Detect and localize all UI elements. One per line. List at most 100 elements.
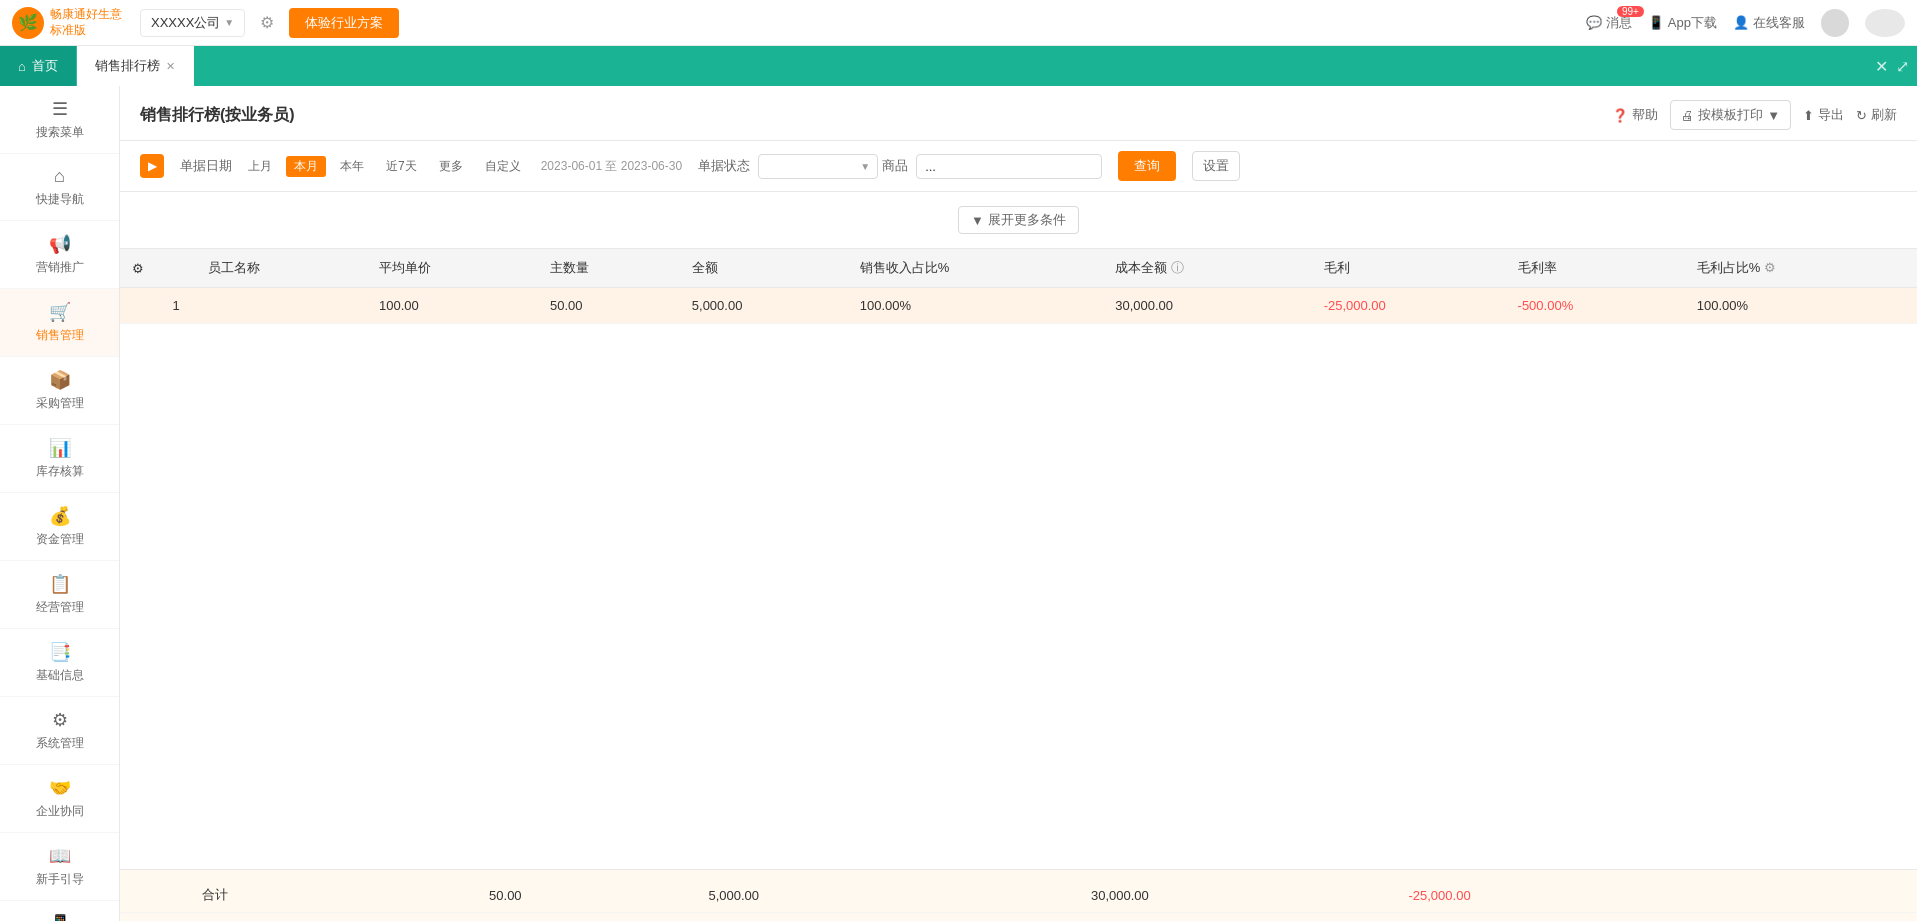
- sidebar-item-guide[interactable]: 📖 新手引导: [0, 833, 119, 901]
- refresh-icon: ↻: [1856, 108, 1867, 123]
- inventory-icon: 📊: [49, 437, 71, 459]
- expand-more-label: 展开更多条件: [988, 211, 1066, 229]
- date-filter-label: 单据日期: [180, 157, 232, 175]
- top-bar: 🌿 畅康通好生意 标准版 XXXXX公司 ▼ ⚙ 体验行业方案 💬 消息 99+…: [0, 0, 1917, 46]
- help-button[interactable]: ❓ 帮助: [1612, 106, 1658, 124]
- col-main-qty: 主数量: [538, 249, 680, 288]
- company-name: XXXXX公司: [151, 14, 220, 32]
- sidebar-label-quicknav: 快捷导航: [36, 191, 84, 208]
- home-nav-icon: ⌂: [54, 166, 65, 187]
- date-tab-custom[interactable]: 自定义: [477, 156, 529, 177]
- status-select[interactable]: [758, 154, 878, 179]
- service-icon: 👤: [1733, 15, 1749, 30]
- chevron-down-icon: ▼: [224, 17, 234, 28]
- export-button[interactable]: ⬆ 导出: [1803, 106, 1844, 124]
- sidebar-item-management[interactable]: 📋 经营管理: [0, 561, 119, 629]
- topbar-settings-icon[interactable]: ⚙: [253, 9, 281, 37]
- cell-employee-name: [196, 288, 367, 324]
- expand-more-bar: ▼ 展开更多条件: [120, 192, 1917, 249]
- purchase-icon: 📦: [49, 369, 71, 391]
- message-badge: 99+: [1617, 6, 1644, 17]
- refresh-button[interactable]: ↻ 刷新: [1856, 106, 1897, 124]
- cell-amount: 5,000.00: [680, 288, 848, 324]
- col-rank: [156, 249, 196, 288]
- cost-help-icon[interactable]: ⓘ: [1171, 260, 1184, 275]
- sidebar-item-collab[interactable]: 🤝 企业协同: [0, 765, 119, 833]
- footer-table: 合计 50.00 5,000.00 30,000.00 -25,000.00: [120, 878, 1917, 913]
- col-gross-rate: 毛利率: [1506, 249, 1685, 288]
- tab-sales-ranking[interactable]: 销售排行榜 ✕: [77, 46, 194, 86]
- date-tab-more[interactable]: 更多: [431, 156, 471, 177]
- table-footer: 合计 50.00 5,000.00 30,000.00 -25,000.00: [120, 869, 1917, 921]
- search-icon: ☰: [52, 98, 68, 120]
- system-icon: ⚙: [52, 709, 68, 731]
- footer-label: 合计: [190, 878, 384, 913]
- content-inner: ⚙ 员工名称 平均单价 主数量 全额 销售收入占比% 成本全额 ⓘ 毛利 毛利率…: [120, 249, 1917, 921]
- sidebar-item-marketing[interactable]: 📢 营销推广: [0, 221, 119, 289]
- expand-more-button[interactable]: ▼ 展开更多条件: [958, 206, 1079, 234]
- date-tab-7days[interactable]: 近7天: [378, 156, 425, 177]
- avatar[interactable]: [1821, 9, 1849, 37]
- cell-gross: -25,000.00: [1312, 288, 1506, 324]
- sidebar: ☰ 搜索菜单 ⌂ 快捷导航 📢 营销推广 🛒 销售管理 📦 采购管理 📊 库存核…: [0, 86, 120, 921]
- sidebar-item-quick-nav[interactable]: ⌂ 快捷导航: [0, 154, 119, 221]
- sidebar-item-search[interactable]: ☰ 搜索菜单: [0, 86, 119, 154]
- trial-button[interactable]: 体验行业方案: [289, 8, 399, 38]
- footer-row: 合计 50.00 5,000.00 30,000.00 -25,000.00: [120, 878, 1917, 913]
- filter-toggle-button[interactable]: ▶: [140, 154, 164, 178]
- status-filter-group: 单据状态: [698, 154, 866, 179]
- close-icon[interactable]: ✕: [166, 60, 175, 73]
- col-settings[interactable]: ⚙: [120, 249, 156, 288]
- chevron-down-icon: ▼: [971, 213, 984, 228]
- expand-window-icon[interactable]: ⤢: [1896, 57, 1909, 76]
- sidebar-label-guide: 新手引导: [36, 871, 84, 888]
- settings-button[interactable]: 设置: [1192, 151, 1240, 181]
- sidebar-label-sales: 销售管理: [36, 327, 84, 344]
- sidebar-item-basics[interactable]: 📑 基础信息: [0, 629, 119, 697]
- sidebar-item-inventory[interactable]: 📊 库存核算: [0, 425, 119, 493]
- messages-button[interactable]: 💬 消息 99+: [1586, 14, 1632, 32]
- close-window-icon[interactable]: ✕: [1875, 57, 1888, 76]
- sidebar-item-system[interactable]: ⚙ 系统管理: [0, 697, 119, 765]
- sidebar-item-finance[interactable]: 💰 资金管理: [0, 493, 119, 561]
- user-name-area[interactable]: [1865, 9, 1905, 37]
- marketing-icon: 📢: [49, 233, 71, 255]
- download-icon: 📱: [1648, 15, 1664, 30]
- sidebar-item-purchase[interactable]: 📦 采购管理: [0, 357, 119, 425]
- date-tab-this-year[interactable]: 本年: [332, 156, 372, 177]
- management-icon: 📋: [49, 573, 71, 595]
- cell-sales-pct: 100.00%: [848, 288, 1104, 324]
- col-employee-name: 员工名称: [196, 249, 367, 288]
- sidebar-item-apps[interactable]: 📱 应用中心: [0, 901, 119, 921]
- table-container: ⚙ 员工名称 平均单价 主数量 全额 销售收入占比% 成本全额 ⓘ 毛利 毛利率…: [120, 249, 1917, 869]
- message-icon: 💬: [1586, 15, 1602, 30]
- page-title: 销售排行榜(按业务员): [140, 105, 295, 126]
- date-range-display: 2023-06-01 至 2023-06-30: [541, 158, 682, 175]
- date-tab-this-month[interactable]: 本月: [286, 156, 326, 177]
- footer-avg-price: [384, 878, 477, 913]
- col-gross: 毛利: [1312, 249, 1506, 288]
- date-tab-last-month[interactable]: 上月: [240, 156, 280, 177]
- query-button[interactable]: 查询: [1118, 151, 1176, 181]
- online-service-button[interactable]: 👤 在线客服: [1733, 14, 1805, 32]
- nav-tabs: ⌂ 首页 销售排行榜 ✕ ✕ ⤢: [0, 46, 1917, 86]
- tab-home[interactable]: ⌂ 首页: [0, 46, 77, 86]
- goods-filter-group: 商品: [882, 154, 1102, 179]
- cell-cost-amount: 30,000.00: [1103, 288, 1311, 324]
- print-button[interactable]: 🖨 按模板打印 ▼: [1670, 100, 1791, 130]
- footer-main-qty: 50.00: [477, 878, 696, 913]
- footer-gross: -25,000.00: [1396, 878, 1730, 913]
- cell-settings: [120, 288, 156, 324]
- app-download-button[interactable]: 📱 App下载: [1648, 14, 1717, 32]
- sidebar-item-sales[interactable]: 🛒 销售管理: [0, 289, 119, 357]
- goods-input[interactable]: [916, 154, 1102, 179]
- help-icon: ❓: [1612, 108, 1628, 123]
- gross-pct-help-icon[interactable]: ⚙: [1764, 260, 1776, 275]
- footer-cost-amount: 30,000.00: [1079, 878, 1397, 913]
- sidebar-label-inventory: 库存核算: [36, 463, 84, 480]
- sidebar-label-basics: 基础信息: [36, 667, 84, 684]
- company-selector[interactable]: XXXXX公司 ▼: [140, 9, 245, 37]
- footer-settings-col: [120, 878, 150, 913]
- collab-icon: 🤝: [49, 777, 71, 799]
- date-filter-group: 单据日期 上月 本月 本年 近7天 更多 自定义 2023-06-01 至 20…: [180, 156, 682, 177]
